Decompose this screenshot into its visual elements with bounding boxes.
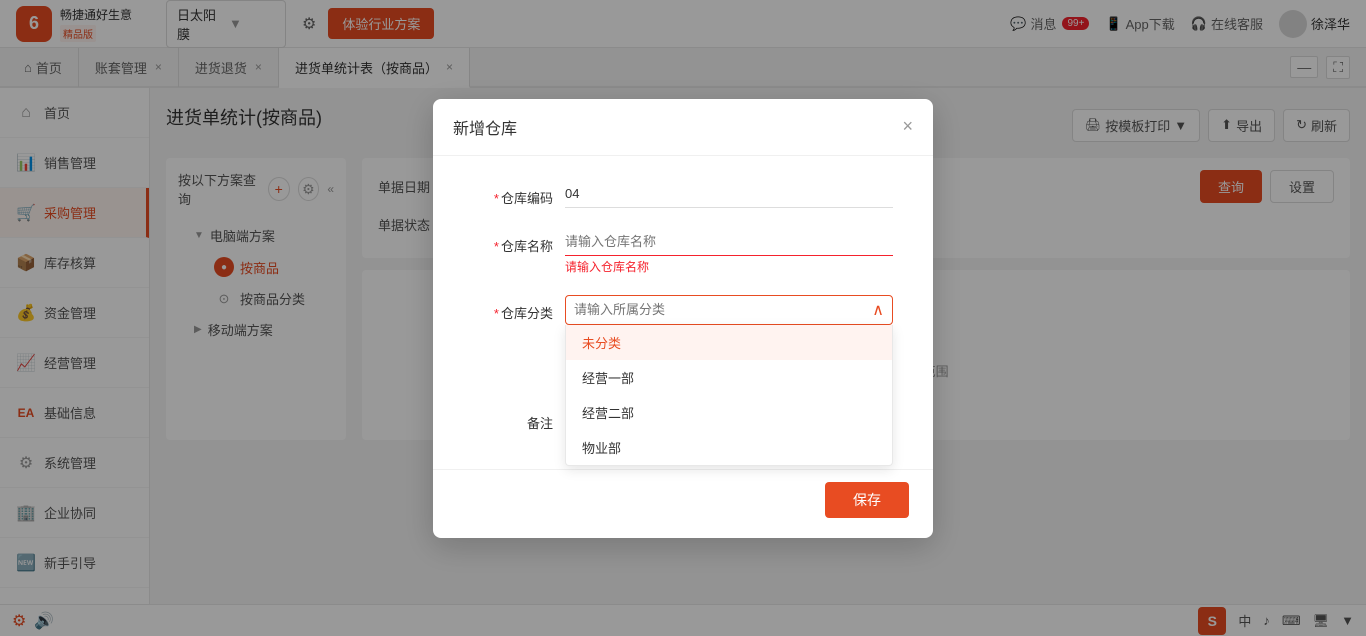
form-row-code: 仓库编码	[473, 180, 893, 208]
modal-body: 仓库编码 仓库名称 请输入仓库名称 仓库分类 ∧	[433, 156, 933, 469]
form-row-name: 仓库名称 请输入仓库名称	[473, 228, 893, 275]
category-dropdown: 未分类 经营一部 经营二部 物业部	[565, 325, 893, 466]
category-field-wrap: ∧ 未分类 经营一部 经营二部 物业部	[565, 295, 893, 325]
name-input-wrap: 请输入仓库名称	[565, 228, 893, 275]
name-error-text: 请输入仓库名称	[565, 258, 893, 275]
code-input[interactable]	[565, 180, 893, 208]
form-row-category: 仓库分类 ∧ 未分类 经营一部 经营二部 物业部	[473, 295, 893, 325]
modal-overlay[interactable]: 新增仓库 × 仓库编码 仓库名称 请输入仓库名称 仓库分类	[0, 0, 1366, 636]
dropdown-item-2[interactable]: 经营二部	[566, 395, 892, 430]
code-label: 仓库编码	[473, 180, 553, 207]
category-input[interactable]	[574, 302, 872, 317]
dropdown-item-3[interactable]: 物业部	[566, 430, 892, 465]
category-chevron-icon[interactable]: ∧	[872, 300, 884, 320]
category-label: 仓库分类	[473, 295, 553, 322]
modal-header: 新增仓库 ×	[433, 99, 933, 156]
save-button[interactable]: 保存	[825, 482, 909, 518]
code-input-wrap	[565, 180, 893, 208]
modal-footer: 保存	[433, 469, 933, 538]
dropdown-item-1[interactable]: 经营一部	[566, 360, 892, 395]
dropdown-item-0[interactable]: 未分类	[566, 325, 892, 360]
name-label: 仓库名称	[473, 228, 553, 255]
category-input-row: ∧	[565, 295, 893, 325]
new-warehouse-modal: 新增仓库 × 仓库编码 仓库名称 请输入仓库名称 仓库分类	[433, 99, 933, 538]
notes-label: 备注	[473, 405, 553, 432]
name-input[interactable]	[565, 228, 893, 256]
modal-close-button[interactable]: ×	[902, 116, 913, 137]
modal-title: 新增仓库	[453, 115, 517, 139]
